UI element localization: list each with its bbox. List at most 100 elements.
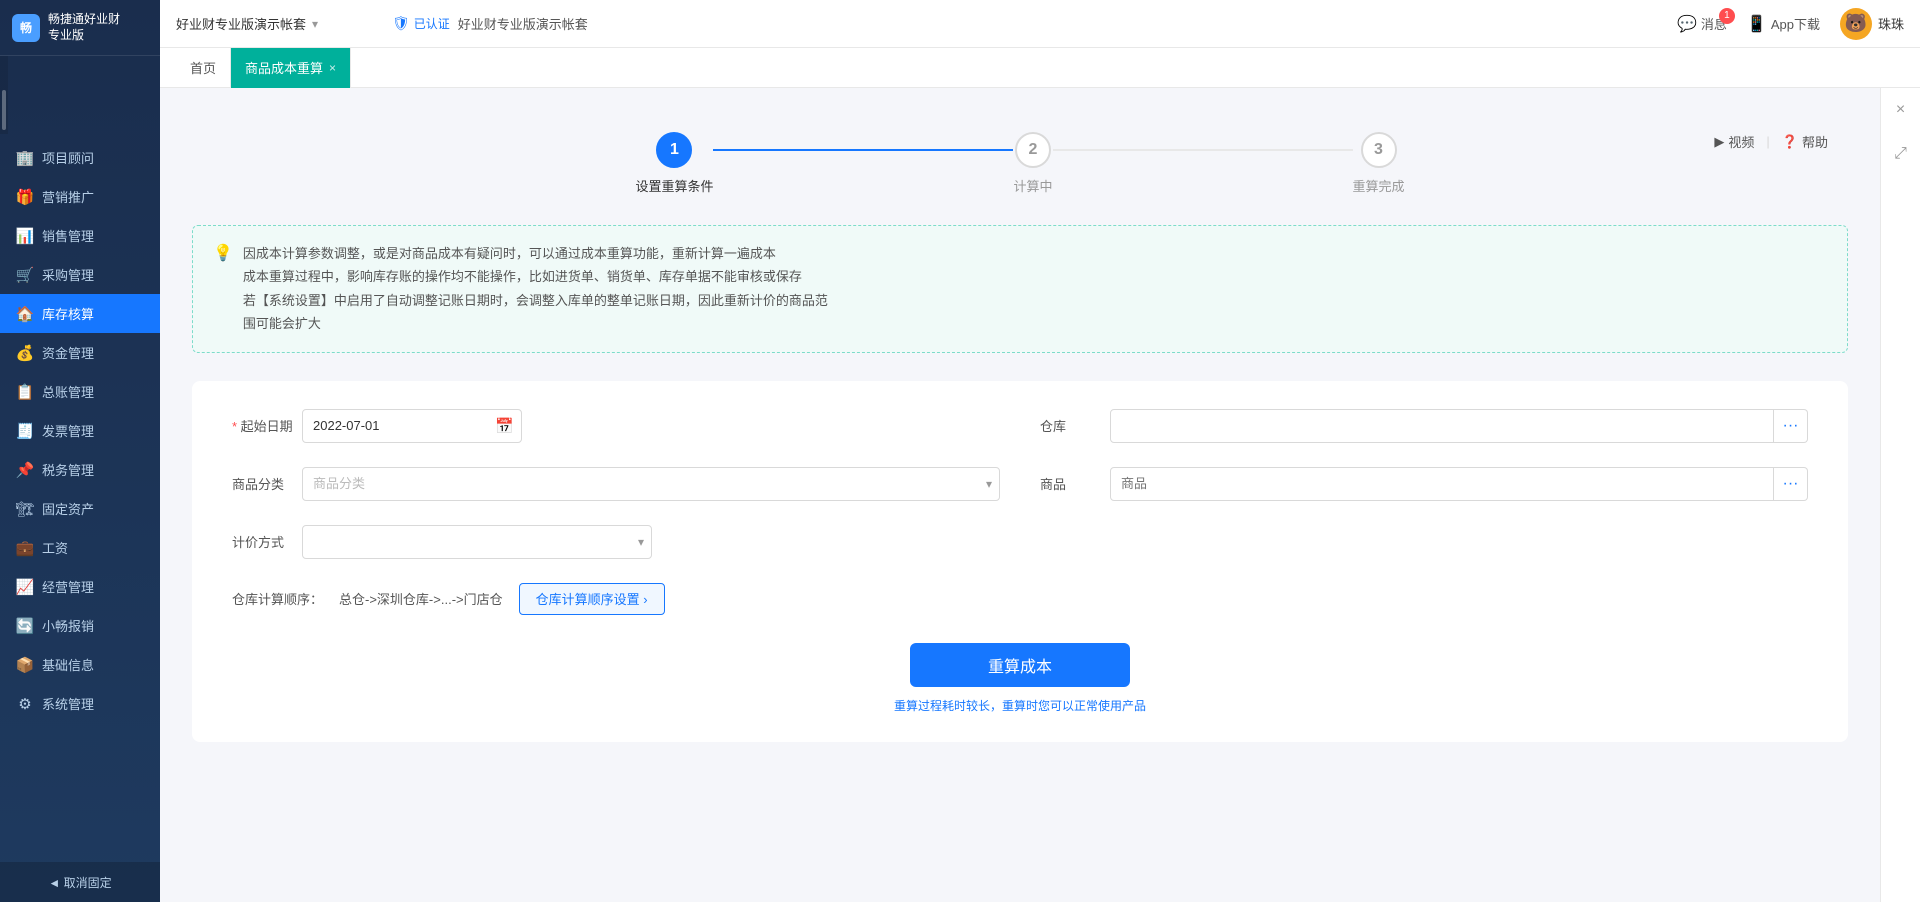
topbar-right: 💬 消息 1 📱 App下载 🐻 珠珠 — [1677, 8, 1904, 40]
avatar: 🐻 — [1840, 8, 1872, 40]
content-main: ▶ 视频 | ❓ 帮助 1 设置重算条件 — [160, 88, 1880, 902]
pricing-group: 计价方式 ▾ — [232, 525, 652, 559]
step-2: 2 计算中 — [1013, 132, 1052, 195]
sidebar-item-finance[interactable]: 💰 资金管理 — [0, 333, 160, 372]
start-date-input[interactable] — [302, 409, 522, 443]
step-1-label: 设置重算条件 — [635, 176, 713, 195]
tab-cost-recalc[interactable]: 商品成本重算 × — [231, 48, 351, 88]
sidebar-item-label: 发票管理 — [42, 421, 94, 440]
sidebar-item-purchase[interactable]: 🛒 采购管理 — [0, 255, 160, 294]
content-area: ▶ 视频 | ❓ 帮助 1 设置重算条件 — [160, 88, 1920, 902]
step-1-num: 1 — [670, 141, 679, 159]
sidebar-item-basics[interactable]: 📦 基础信息 — [0, 645, 160, 684]
sidebar-item-project[interactable]: 🏢 项目顾问 — [0, 138, 160, 177]
account-dropdown-icon: ▾ — [312, 17, 318, 31]
tab-home[interactable]: 首页 — [176, 48, 231, 88]
step-3-label: 重算完成 — [1353, 176, 1405, 195]
sidebar-item-tax[interactable]: 📌 税务管理 — [0, 450, 160, 489]
step-1: 1 设置重算条件 — [635, 132, 713, 195]
warehouse-more-btn[interactable]: ··· — [1774, 409, 1808, 443]
sidebar-item-label: 工资 — [42, 538, 68, 557]
warehouse-input[interactable] — [1110, 409, 1774, 443]
pricing-select[interactable] — [302, 525, 652, 559]
tab-close-icon[interactable]: × — [329, 61, 336, 75]
app-download-button[interactable]: 📱 App下载 — [1747, 14, 1820, 34]
tab-home-label: 首页 — [190, 58, 216, 77]
sidebar-item-salary[interactable]: 💼 工资 — [0, 528, 160, 567]
purchase-icon: 🛒 — [16, 266, 34, 284]
panel-controls: × ⤢ — [1880, 88, 1920, 902]
goods-input-wrapper: ··· — [1110, 467, 1808, 501]
sidebar-item-label: 税务管理 — [42, 460, 94, 479]
sidebar-item-system[interactable]: ⚙ 系统管理 — [0, 684, 160, 723]
recalc-button[interactable]: 重算成本 — [910, 643, 1130, 687]
tax-icon: 📌 — [16, 461, 34, 479]
calc-order-label: 仓库计算顺序： — [232, 589, 323, 608]
sidebar-scrollbar — [2, 90, 6, 130]
sidebar: 畅 畅捷通好业财 专业版 🏢 项目顾问 🎁 营销推广 📊 销售管理 🛒 采购管理… — [0, 0, 160, 902]
steps-container: 1 设置重算条件 2 计算中 3 — [192, 112, 1848, 225]
sidebar-unpin-button[interactable]: ◄ 取消固定 — [0, 862, 160, 902]
info-icon: 💡 — [213, 243, 233, 336]
start-date-label: 起始日期 — [232, 416, 302, 435]
warehouse-group: 仓库 ··· — [1040, 409, 1808, 443]
calc-order-row: 仓库计算顺序： 总仓->深圳仓库->...->门店仓 仓库计算顺序设置 › — [232, 583, 1808, 615]
info-box: 💡 因成本计算参数调整，或是对商品成本有疑问时，可以通过成本重算功能，重新计算一… — [192, 225, 1848, 353]
accounting-icon: 📋 — [16, 383, 34, 401]
goods-input[interactable] — [1110, 467, 1774, 501]
sidebar-item-label: 总账管理 — [42, 382, 94, 401]
sidebar-version: 专业版 — [48, 28, 120, 44]
sidebar-logo-icon: 畅 — [12, 14, 40, 42]
account-selector[interactable]: 好业财专业版演示帐套 ▾ — [176, 14, 376, 33]
pricing-label: 计价方式 — [232, 532, 302, 551]
user-profile-button[interactable]: 🐻 珠珠 — [1840, 8, 1904, 40]
main-btn-container: 重算成本 重算过程耗时较长，重算时您可以正常使用产品 — [232, 643, 1808, 714]
goods-group: 商品 ··· — [1040, 467, 1808, 501]
calendar-icon[interactable]: 📅 — [495, 417, 514, 435]
message-button[interactable]: 💬 消息 1 — [1677, 14, 1727, 34]
goods-label: 商品 — [1040, 474, 1110, 493]
form-row-3: 计价方式 ▾ — [232, 525, 1808, 559]
calc-order-btn-label: 仓库计算顺序设置 › — [536, 589, 648, 608]
close-icon: × — [1896, 101, 1905, 119]
sidebar-item-label: 销售管理 — [42, 226, 94, 245]
topbar: 好业财专业版演示帐套 ▾ 🛡 已认证 好业财专业版演示帐套 💬 消息 1 📱 A… — [160, 0, 1920, 48]
close-panel-button[interactable]: × — [1887, 96, 1915, 124]
sidebar-item-inventory[interactable]: 🏠 库存核算 — [0, 294, 160, 333]
app-download-label: App下载 — [1771, 14, 1820, 33]
salary-icon: 💼 — [16, 539, 34, 557]
sidebar-item-operations[interactable]: 📈 经营管理 — [0, 567, 160, 606]
goods-more-btn[interactable]: ··· — [1774, 467, 1808, 501]
marketing-icon: 🎁 — [16, 188, 34, 206]
sidebar-item-assets[interactable]: 🏗 固定资产 — [0, 489, 160, 528]
pricing-select-wrapper: ▾ — [302, 525, 652, 559]
sidebar-item-marketing[interactable]: 🎁 营销推广 — [0, 177, 160, 216]
system-icon: ⚙ — [16, 695, 34, 713]
tabbar: 首页 商品成本重算 × — [160, 48, 1920, 88]
sidebar-app-name: 畅捷通好业财 — [48, 12, 120, 28]
step-line-1 — [713, 149, 1013, 151]
sidebar-item-label: 项目顾问 — [42, 148, 94, 167]
step-2-num: 2 — [1029, 141, 1038, 159]
sidebar-item-expense[interactable]: 🔄 小畅报销 — [0, 606, 160, 645]
company-name: 好业财专业版演示帐套 — [458, 14, 588, 33]
sidebar-item-invoice[interactable]: 🧾 发票管理 — [0, 411, 160, 450]
sidebar-item-accounting[interactable]: 📋 总账管理 — [0, 372, 160, 411]
expand-panel-button[interactable]: ⤢ — [1887, 140, 1915, 168]
sidebar-item-label: 营销推广 — [42, 187, 94, 206]
step-3-circle: 3 — [1361, 132, 1397, 168]
inventory-icon: 🏠 — [16, 305, 34, 323]
calc-order-settings-button[interactable]: 仓库计算顺序设置 › — [519, 583, 665, 615]
main-area: 好业财专业版演示帐套 ▾ 🛡 已认证 好业财专业版演示帐套 💬 消息 1 📱 A… — [160, 0, 1920, 902]
sidebar-item-sales[interactable]: 📊 销售管理 — [0, 216, 160, 255]
account-name: 好业财专业版演示帐套 — [176, 14, 306, 33]
info-content: 因成本计算参数调整，或是对商品成本有疑问时，可以通过成本重算功能，重新计算一遍成… — [243, 242, 828, 336]
category-select[interactable]: 商品分类 — [302, 467, 1000, 501]
start-date-input-wrapper: 📅 — [302, 409, 522, 443]
form-row-1: 起始日期 📅 仓库 ··· — [232, 409, 1808, 443]
info-line-4: 围可能会扩大 — [243, 312, 828, 335]
assets-icon: 🏗 — [16, 500, 34, 518]
message-icon: 💬 — [1677, 14, 1697, 34]
tab-cost-recalc-label: 商品成本重算 — [245, 58, 323, 77]
recalc-btn-label: 重算成本 — [988, 653, 1052, 677]
